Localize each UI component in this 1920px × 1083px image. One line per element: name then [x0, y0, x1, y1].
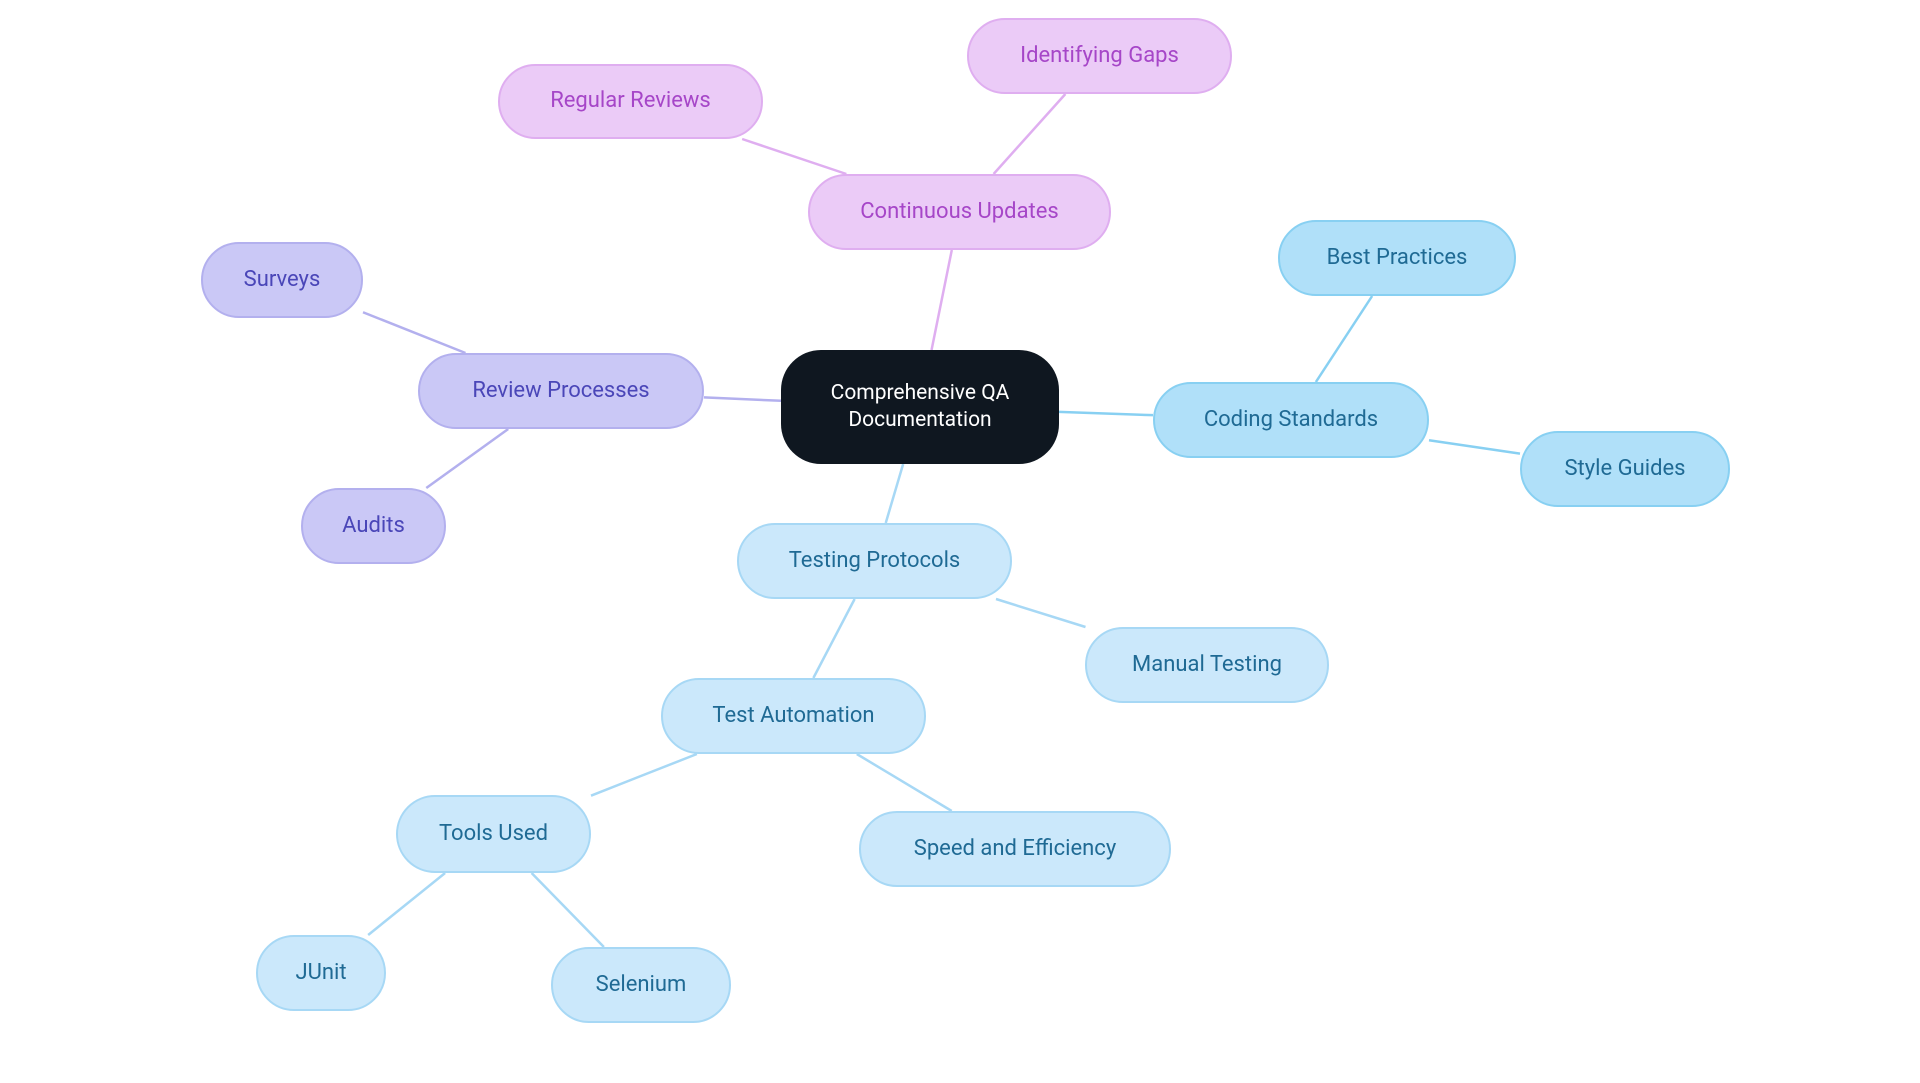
node-best-practices[interactable]: Best Practices — [1278, 220, 1516, 296]
edge — [857, 754, 952, 811]
edge — [363, 312, 465, 353]
edge — [532, 873, 604, 947]
edge — [591, 754, 697, 796]
edge — [886, 464, 903, 523]
edge — [742, 139, 846, 174]
edge — [996, 599, 1086, 627]
node-audits[interactable]: Audits — [301, 488, 446, 564]
mindmap-canvas: Comprehensive QA Documentation Coding St… — [0, 0, 1920, 1083]
node-manual-testing[interactable]: Manual Testing — [1085, 627, 1329, 703]
node-testing-protocols[interactable]: Testing Protocols — [737, 523, 1012, 599]
edge — [1059, 412, 1153, 415]
edge — [1316, 296, 1372, 382]
node-selenium[interactable]: Selenium — [551, 947, 731, 1023]
node-junit[interactable]: JUnit — [256, 935, 386, 1011]
node-surveys[interactable]: Surveys — [201, 242, 363, 318]
node-coding-standards[interactable]: Coding Standards — [1153, 382, 1429, 458]
node-root[interactable]: Comprehensive QA Documentation — [781, 350, 1059, 464]
edge — [994, 94, 1066, 174]
node-speed-efficiency[interactable]: Speed and Efficiency — [859, 811, 1171, 887]
edge — [368, 873, 445, 935]
edge — [932, 250, 952, 350]
node-continuous-updates[interactable]: Continuous Updates — [808, 174, 1111, 250]
node-regular-reviews[interactable]: Regular Reviews — [498, 64, 763, 139]
node-style-guides[interactable]: Style Guides — [1520, 431, 1730, 507]
node-identifying-gaps[interactable]: Identifying Gaps — [967, 18, 1232, 94]
edge — [813, 599, 854, 678]
edge — [426, 429, 508, 488]
edge — [1429, 440, 1520, 453]
edge — [704, 397, 781, 400]
node-test-automation[interactable]: Test Automation — [661, 678, 926, 754]
node-tools-used[interactable]: Tools Used — [396, 795, 591, 873]
node-review-processes[interactable]: Review Processes — [418, 353, 704, 429]
